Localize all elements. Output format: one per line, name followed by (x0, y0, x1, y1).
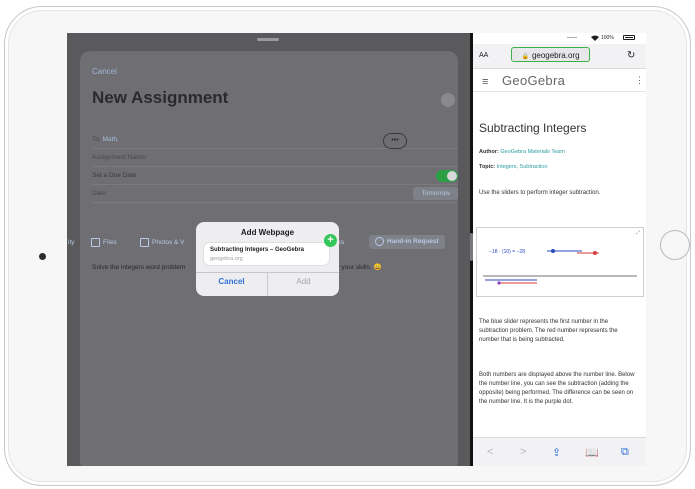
bookmarks-icon[interactable]: 📖 (585, 446, 599, 459)
add-plus-icon[interactable]: + (324, 234, 337, 247)
file-icon (91, 237, 100, 247)
share-icon[interactable]: ⇪ (552, 446, 561, 459)
photos-videos-tab[interactable]: Photos & V (140, 236, 185, 249)
red-slider-handle (593, 251, 597, 255)
photos-label: Photos & V (152, 239, 185, 246)
dialog-title: Add Webpage (240, 228, 295, 237)
date-row: Date: Tomorrow (92, 185, 458, 203)
explanation-paragraph-2: Both numbers are displayed above the num… (479, 372, 635, 405)
due-date-row: Set a Due Date (92, 167, 458, 185)
activity-tab[interactable]: ity (68, 236, 75, 249)
dialog-add-button[interactable]: Add (268, 277, 339, 286)
date-picker-button[interactable]: Tomorrow (413, 187, 458, 200)
geogebra-header: ≡ GeoGebra ⋮ (473, 69, 646, 92)
webpage-url: geogebra.org (210, 256, 243, 262)
difference-dot (497, 281, 501, 285)
safari-address-bar: AA 🔒 geogebra.org ↻ (473, 44, 646, 69)
wifi-icon (591, 35, 599, 43)
files-label: Files (103, 239, 117, 246)
files-tab[interactable]: Files (91, 236, 117, 249)
author-link[interactable]: GeoGebra Materials Team (500, 149, 564, 155)
geogebra-logo[interactable]: GeoGebra (502, 73, 565, 88)
tabs-icon[interactable]: ⧉ (621, 446, 629, 459)
safari-toolbar: < > ⇪ 📖 ⧉ (473, 437, 646, 466)
webpage-title: Subtracting Integers – GeoGebra (210, 247, 305, 253)
status-bar: —— 100% (473, 33, 646, 43)
ipad-screen: Cancel New Assignment To: Math, Assignme… (67, 33, 646, 466)
number-line-graphic (483, 249, 637, 285)
page-title: New Assignment (92, 88, 229, 107)
reload-icon[interactable]: ↻ (627, 50, 635, 61)
author-line: Author: GeoGebra Materials Team (479, 149, 565, 155)
topic-line: Topic: Integers, Subtraction (479, 164, 547, 170)
battery-percent: 100% (601, 35, 614, 41)
more-menu-icon[interactable]: ⋮ (635, 75, 644, 86)
battery-icon (623, 35, 635, 40)
forward-icon[interactable]: > (520, 446, 526, 458)
article-title: Subtracting Integers (479, 121, 587, 135)
instructions-before: Solve the integers word problem (92, 264, 186, 271)
assignment-name-field[interactable]: Assignment Name: (92, 149, 458, 167)
hand-in-request-button[interactable]: Hand-in Request (369, 235, 445, 249)
geogebra-applet[interactable]: ⤢ −18 · (10) = −28 (476, 227, 644, 297)
to-label: To: (92, 136, 101, 143)
set-due-date-label: Set a Due Date (92, 172, 137, 179)
hand-in-label: Hand-in Request (387, 238, 439, 245)
webpage-preview-card[interactable]: Subtracting Integers – GeoGebra geogebra… (204, 243, 329, 265)
dialog-cancel-button[interactable]: Cancel (196, 277, 267, 286)
photo-icon (140, 237, 149, 247)
lock-icon: 🔒 (521, 54, 529, 60)
info-icon[interactable] (441, 93, 455, 107)
emoji: 😀 (373, 264, 382, 271)
home-button[interactable] (660, 230, 690, 260)
more-options-button[interactable]: ••• (383, 133, 407, 149)
intro-text: Use the sliders to perform integer subtr… (479, 190, 601, 196)
status-dashes: —— (567, 35, 577, 41)
back-icon[interactable]: < (487, 446, 493, 458)
reader-aa-button[interactable]: AA (479, 52, 488, 59)
to-value: Math, (102, 136, 119, 143)
hand-icon (375, 236, 384, 246)
topic-label: Topic: (479, 164, 496, 170)
assignment-name-placeholder: Assignment Name: (92, 154, 147, 161)
explanation-paragraph-1: The blue slider represents the first num… (479, 319, 618, 343)
due-date-toggle[interactable] (436, 170, 458, 182)
multitasking-grabber[interactable] (257, 38, 279, 41)
hamburger-menu-icon[interactable]: ≡ (482, 76, 488, 88)
url-field[interactable]: 🔒 geogebra.org (511, 47, 590, 62)
date-label: Date: (92, 190, 108, 197)
cancel-button[interactable]: Cancel (92, 67, 117, 76)
safari-pane: —— 100% AA 🔒 geogebra.org ↻ ≡ GeoGebra ⋮ … (473, 33, 646, 466)
add-webpage-dialog: Add Webpage Subtracting Integers – GeoGe… (196, 222, 339, 296)
blue-slider-handle (551, 249, 555, 253)
front-camera (39, 253, 46, 260)
url-text: geogebra.org (531, 51, 580, 60)
author-label: Author: (479, 149, 499, 155)
topic-link[interactable]: Integers, Subtraction (497, 164, 548, 170)
